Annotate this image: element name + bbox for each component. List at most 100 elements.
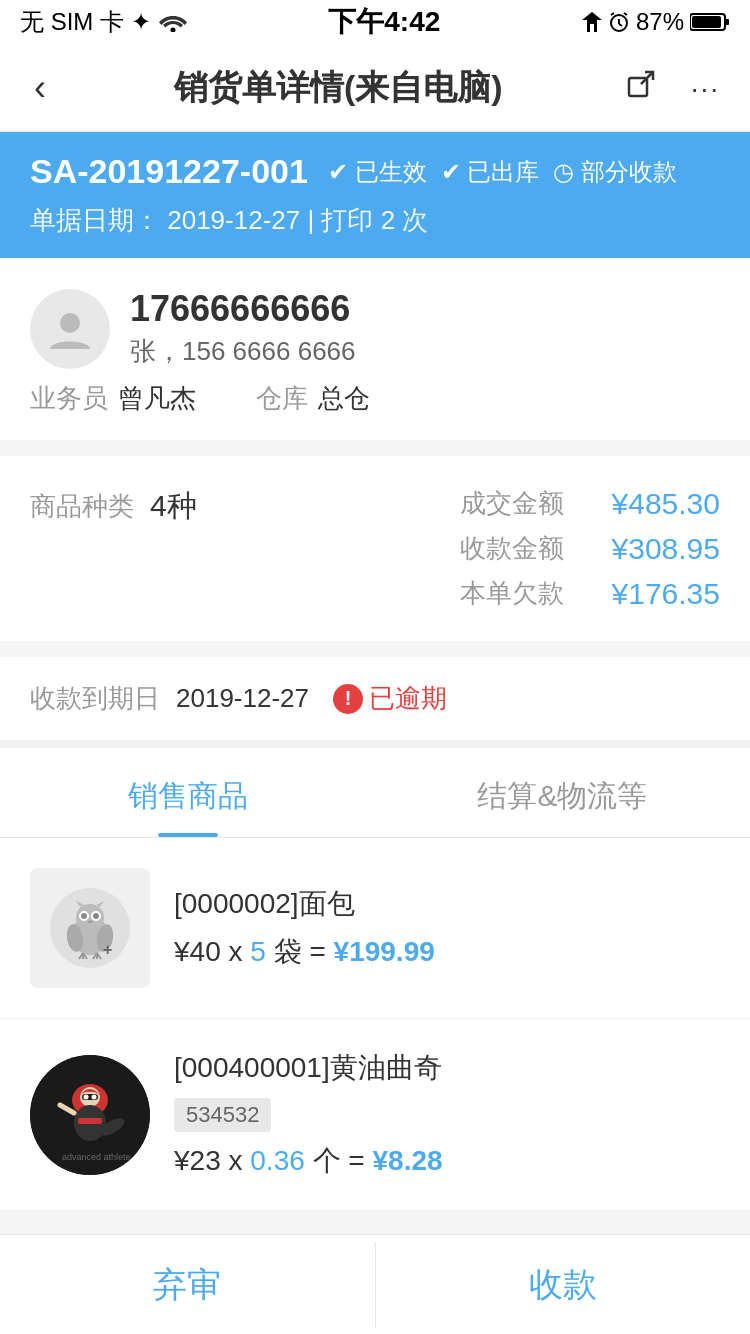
customer-avatar — [30, 289, 110, 369]
sim-label: 无 SIM 卡 ✦ — [20, 6, 151, 38]
warehouse-info: 仓库 总仓 — [256, 381, 370, 416]
stats-right: 成交金额 ¥485.30 收款金额 ¥308.95 本单欠款 ¥176.35 — [460, 486, 720, 611]
badge-partial: ◷ 部分收款 — [553, 156, 677, 188]
svg-rect-35 — [78, 1118, 102, 1124]
svg-line-5 — [624, 13, 627, 15]
price-qty-2: 0.36 — [250, 1145, 305, 1176]
warehouse-value: 总仓 — [318, 381, 370, 416]
tab-settlement[interactable]: 结算&物流等 — [375, 748, 750, 837]
product-item-2: advanced athlete [000400001]黄油曲奇 534532 … — [0, 1019, 750, 1211]
order-meta: 单据日期： 2019-12-27 | 打印 2 次 — [30, 203, 720, 238]
location-icon — [582, 12, 602, 32]
product-price-2: ¥23 x 0.36 个 = ¥8.28 — [174, 1142, 720, 1180]
tabs: 销售商品 结算&物流等 — [0, 748, 750, 838]
product-thumb-1: + — [30, 868, 150, 988]
overdue-badge: ! 已逾期 — [333, 681, 447, 716]
bottom-bar: 弃审 收款 — [0, 1234, 750, 1334]
product-list: + [0000002]面包 ¥40 x 5 袋 = ¥199.99 — [0, 838, 750, 1211]
meta-print: | 打印 2 次 — [307, 205, 428, 235]
share-button[interactable] — [621, 62, 665, 114]
status-left: 无 SIM 卡 ✦ — [20, 6, 187, 38]
svg-text:+: + — [103, 941, 112, 958]
order-banner: SA-20191227-001 ✔ 已生效 ✔ 已出库 ◷ 部分收款 单据日期：… — [0, 132, 750, 258]
price-total-1: ¥199.99 — [334, 936, 435, 967]
battery-text: 87% — [636, 8, 684, 36]
badge-shipped: ✔ 已出库 — [441, 156, 540, 188]
type-label: 商品种类 — [30, 489, 134, 524]
price-eq-1: = — [309, 936, 333, 967]
meta-date: 2019-12-27 — [167, 205, 300, 235]
due-date: 2019-12-27 — [176, 683, 309, 714]
sales-value: 曾凡杰 — [118, 381, 196, 416]
svg-point-39 — [84, 1094, 89, 1099]
due-section: 收款到期日 2019-12-27 ! 已逾期 — [0, 657, 750, 748]
back-button[interactable]: ‹ — [24, 57, 56, 119]
cancel-review-button[interactable]: 弃审 — [0, 1242, 376, 1328]
order-id: SA-20191227-001 — [30, 152, 308, 191]
stats-left: 商品种类 4种 — [30, 486, 460, 527]
price-base-1: ¥40 — [174, 936, 221, 967]
svg-rect-7 — [725, 19, 729, 25]
svg-point-11 — [60, 313, 80, 333]
svg-point-18 — [93, 913, 99, 919]
debt-row: 本单欠款 ¥176.35 — [460, 576, 720, 611]
price-unit-2: 个 — [313, 1145, 341, 1176]
product-info-2: [000400001]黄油曲奇 534532 ¥23 x 0.36 个 = ¥8… — [174, 1049, 720, 1180]
price-eq-2: = — [348, 1145, 372, 1176]
nav-bar: ‹ 销货单详情(来自电脑) ··· — [0, 44, 750, 132]
battery-icon — [690, 12, 730, 32]
debt-value: ¥176.35 — [580, 577, 720, 611]
product-thumb-2: advanced athlete — [30, 1055, 150, 1175]
nav-actions: ··· — [621, 62, 726, 114]
customer-section: 17666666666 张，156 6666 6666 业务员 曾凡杰 仓库 总… — [0, 258, 750, 440]
payment-button[interactable]: 收款 — [376, 1242, 751, 1328]
svg-point-0 — [170, 28, 175, 33]
svg-line-4 — [611, 13, 614, 15]
received-label: 收款金额 — [460, 531, 564, 566]
product-tag-2: 534532 — [174, 1098, 271, 1132]
svg-text:advanced athlete: advanced athlete — [62, 1152, 131, 1162]
overdue-icon: ! — [333, 684, 363, 714]
svg-point-40 — [92, 1094, 97, 1099]
more-button[interactable]: ··· — [685, 63, 726, 112]
sales-label: 业务员 — [30, 381, 108, 416]
price-unit-1: 袋 — [274, 936, 302, 967]
price-total-2: ¥8.28 — [372, 1145, 442, 1176]
status-right: 87% — [582, 8, 730, 36]
product-info-1: [0000002]面包 ¥40 x 5 袋 = ¥199.99 — [174, 885, 720, 971]
page-title: 销货单详情(来自电脑) — [56, 65, 621, 111]
stats-section: 商品种类 4种 成交金额 ¥485.30 收款金额 ¥308.95 本单欠款 ¥… — [0, 456, 750, 641]
product-item: + [0000002]面包 ¥40 x 5 袋 = ¥199.99 — [0, 838, 750, 1019]
status-bar: 无 SIM 卡 ✦ 下午4:42 87% — [0, 0, 750, 44]
badge-effective: ✔ 已生效 — [328, 156, 427, 188]
warehouse-label: 仓库 — [256, 381, 308, 416]
order-badges: ✔ 已生效 ✔ 已出库 ◷ 部分收款 — [328, 156, 677, 188]
product-name-1: [0000002]面包 — [174, 885, 720, 923]
product-price-1: ¥40 x 5 袋 = ¥199.99 — [174, 933, 720, 971]
due-label: 收款到期日 — [30, 681, 160, 716]
price-x-1: x — [229, 936, 251, 967]
debt-label: 本单欠款 — [460, 576, 564, 611]
customer-sub: 张，156 6666 6666 — [130, 334, 356, 369]
overdue-text: 已逾期 — [369, 681, 447, 716]
alarm-icon — [608, 11, 630, 33]
status-time: 下午4:42 — [328, 3, 440, 41]
price-qty-1: 5 — [250, 936, 266, 967]
tab-products[interactable]: 销售商品 — [0, 748, 375, 837]
svg-rect-8 — [692, 16, 721, 28]
svg-line-3 — [619, 24, 622, 26]
meta-label: 单据日期： — [30, 205, 160, 235]
price-x-2: x — [229, 1145, 251, 1176]
wifi-icon — [159, 12, 187, 32]
sales-info: 业务员 曾凡杰 — [30, 381, 196, 416]
customer-id: 17666666666 — [130, 288, 356, 330]
product-name-2: [000400001]黄油曲奇 — [174, 1049, 720, 1087]
received-row: 收款金额 ¥308.95 — [460, 531, 720, 566]
svg-point-17 — [81, 913, 87, 919]
amount-row: 成交金额 ¥485.30 — [460, 486, 720, 521]
price-base-2: ¥23 — [174, 1145, 221, 1176]
type-value: 4种 — [150, 486, 197, 527]
amount-label: 成交金额 — [460, 486, 564, 521]
amount-value: ¥485.30 — [580, 487, 720, 521]
received-value: ¥308.95 — [580, 532, 720, 566]
